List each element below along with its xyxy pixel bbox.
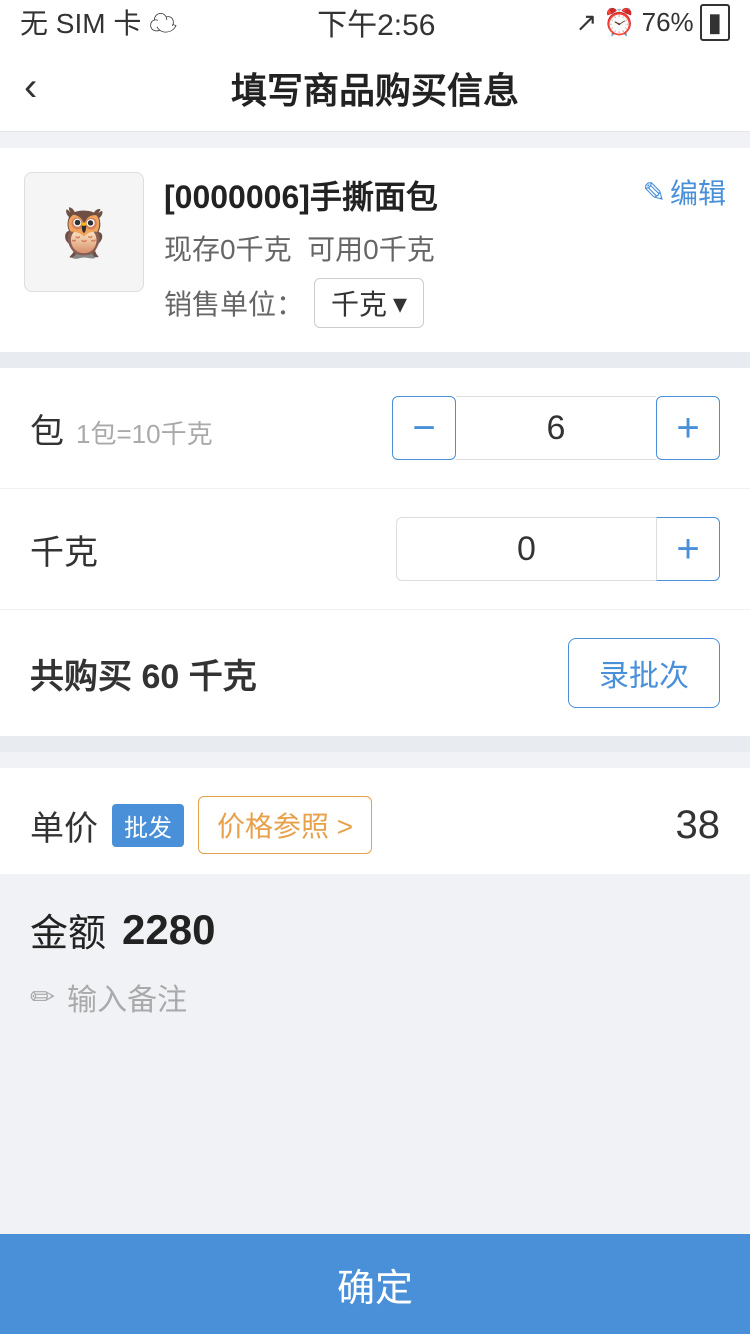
product-image: 🦉 <box>24 172 144 292</box>
product-unit-row: 销售单位： 千克 ▾ <box>164 278 726 328</box>
product-name-row: [0000006]手撕面包 ✎ 编辑 <box>164 172 726 218</box>
summary-quantity: 60 <box>141 658 179 696</box>
kg-plus-button[interactable]: + <box>656 517 720 581</box>
price-label: 单价 批发 价格参照 > <box>30 796 372 854</box>
batch-button[interactable]: 录批次 <box>568 638 720 708</box>
summary-row: 共购买 60 千克 录批次 <box>0 610 750 736</box>
package-quantity-input[interactable] <box>456 396 656 460</box>
kg-label: 千克 <box>30 525 98 574</box>
battery-status: 76% <box>642 7 694 38</box>
remark-label: 输入备注 <box>67 975 187 1019</box>
amount-row: 金额 2280 <box>30 902 720 957</box>
status-time: 下午2:56 <box>317 0 435 44</box>
product-stock: 现存0千克 可用0千克 <box>164 228 726 268</box>
package-hint: 1包=10千克 <box>76 414 213 451</box>
price-type-tag: 批发 <box>112 804 184 847</box>
price-row: 单价 批发 价格参照 > 38 <box>30 796 720 854</box>
kg-input-row: 千克 + <box>0 489 750 610</box>
amount-label: 金额 <box>30 902 106 957</box>
confirm-button[interactable]: 确定 <box>0 1234 750 1334</box>
product-name: [0000006]手撕面包 <box>164 172 643 218</box>
amount-value: 2280 <box>122 906 215 954</box>
edit-icon: ✎ <box>643 176 666 209</box>
alarm-icon: ⏰ <box>603 7 635 38</box>
edit-button[interactable]: ✎ 编辑 <box>643 172 726 212</box>
summary-text: 共购买 60 千克 <box>30 649 257 698</box>
price-value: 38 <box>676 803 721 848</box>
sim-status: 无 SIM 卡 ☁ <box>20 2 177 42</box>
chevron-down-icon: ▾ <box>393 287 407 320</box>
back-button[interactable]: ‹ <box>24 65 37 110</box>
status-right: ↗ ⏰ 76% ▮ <box>575 4 730 41</box>
pencil-icon: ✏ <box>30 980 55 1015</box>
package-label: 包 1包=10千克 <box>30 404 213 453</box>
package-minus-button[interactable]: − <box>392 396 456 460</box>
remark-row[interactable]: ✏ 输入备注 <box>30 975 720 1019</box>
location-icon: ↗ <box>575 7 597 38</box>
page-title: 填写商品购买信息 <box>231 62 519 114</box>
product-info: [0000006]手撕面包 ✎ 编辑 现存0千克 可用0千克 销售单位： 千克 … <box>164 172 726 328</box>
amount-section: 金额 2280 ✏ 输入备注 <box>0 874 750 1019</box>
separator-2 <box>0 736 750 752</box>
package-input-row: 包 1包=10千克 − + <box>0 368 750 489</box>
separator-1 <box>0 352 750 368</box>
unit-select[interactable]: 千克 ▾ <box>314 278 424 328</box>
product-card: 🦉 [0000006]手撕面包 ✎ 编辑 现存0千克 可用0千克 销售单位： 千… <box>0 148 750 352</box>
nav-bar: ‹ 填写商品购买信息 <box>0 44 750 132</box>
status-left: 无 SIM 卡 ☁ <box>20 2 177 42</box>
status-bar: 无 SIM 卡 ☁ 下午2:56 ↗ ⏰ 76% ▮ <box>0 0 750 44</box>
bottom-padding <box>0 1019 750 1119</box>
product-logo-icon: 🦉 <box>54 204 114 261</box>
kg-controls: + <box>396 517 720 581</box>
package-controls: − + <box>392 396 720 460</box>
input-section: 包 1包=10千克 − + 千克 + 共购买 60 千克 录批次 <box>0 368 750 736</box>
price-reference-button[interactable]: 价格参照 > <box>198 796 372 854</box>
kg-quantity-input[interactable] <box>396 517 656 581</box>
price-section: 单价 批发 价格参照 > 38 <box>0 768 750 874</box>
battery-icon: ▮ <box>700 4 730 41</box>
package-plus-button[interactable]: + <box>656 396 720 460</box>
